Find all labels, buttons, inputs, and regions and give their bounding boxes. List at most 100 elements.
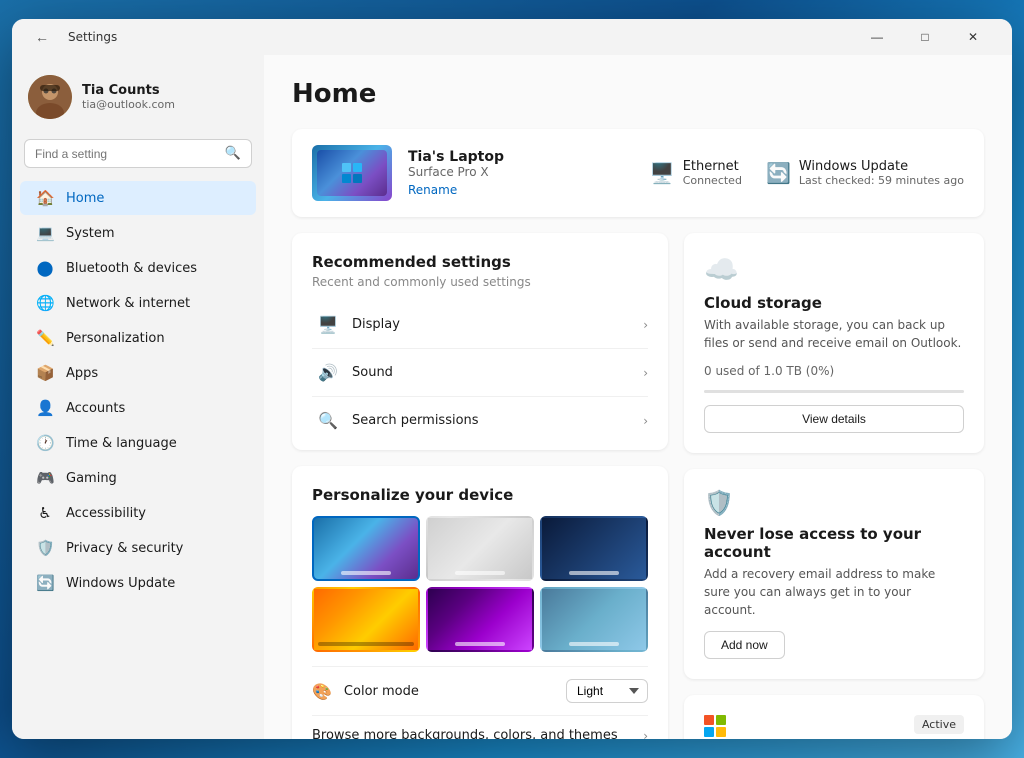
windows-update-info: Windows Update Last checked: 59 minutes …: [799, 159, 964, 187]
taskbar-preview: [341, 571, 391, 575]
network-icon: 🌐: [36, 294, 54, 312]
color-mode-icon: 🎨: [312, 682, 332, 701]
sidebar-item-update[interactable]: 🔄 Windows Update: [20, 566, 256, 600]
sidebar-item-accounts[interactable]: 👤 Accounts: [20, 391, 256, 425]
device-card: Tia's Laptop Surface Pro X Rename 🖥️ Eth…: [292, 129, 984, 217]
color-mode-row: 🎨 Color mode Light Dark Custom: [312, 666, 648, 715]
back-button[interactable]: ←: [28, 23, 56, 51]
titlebar-title: Settings: [68, 30, 117, 44]
windows-update-status: 🔄 Windows Update Last checked: 59 minute…: [766, 159, 964, 187]
time-icon: 🕐: [36, 434, 54, 452]
search-box[interactable]: 🔍: [24, 139, 252, 168]
sound-label: Sound: [352, 365, 643, 380]
cloud-description: With available storage, you can back up …: [704, 316, 964, 352]
device-thumb-inner: [317, 150, 387, 196]
settings-item-sound[interactable]: 🔊 Sound ›: [312, 349, 648, 397]
ethernet-icon: 🖥️: [650, 161, 675, 185]
sidebar-item-label: Privacy & security: [66, 541, 183, 556]
device-thumbnail: [312, 145, 392, 201]
browse-themes-label: Browse more backgrounds, colors, and the…: [312, 728, 643, 739]
wallpaper-2[interactable]: [426, 516, 534, 581]
sidebar-item-home[interactable]: 🏠 Home: [20, 181, 256, 215]
recommended-title: Recommended settings: [312, 253, 648, 271]
settings-item-search[interactable]: 🔍 Search permissions ›: [312, 397, 648, 430]
chevron-right-icon: ›: [643, 414, 648, 428]
home-icon: 🏠: [36, 189, 54, 207]
gaming-icon: 🎮: [36, 469, 54, 487]
user-email: tia@outlook.com: [82, 98, 175, 111]
account-security-card: 🛡️ Never lose access to your account Add…: [684, 469, 984, 679]
sound-icon: 🔊: [312, 363, 344, 382]
titlebar-left: ← Settings: [28, 23, 117, 51]
color-mode-select[interactable]: Light Dark Custom: [566, 679, 648, 703]
cloud-icon: ☁️: [704, 253, 964, 286]
wallpaper-3[interactable]: [540, 516, 648, 581]
browse-themes-row[interactable]: Browse more backgrounds, colors, and the…: [312, 715, 648, 739]
sidebar-item-personalization[interactable]: ✏️ Personalization: [20, 321, 256, 355]
avatar-image: [28, 75, 72, 119]
sidebar-item-label: Gaming: [66, 471, 117, 486]
status-items: 🖥️ Ethernet Connected 🔄 Windows Update L…: [650, 159, 964, 187]
privacy-icon: 🛡️: [36, 539, 54, 557]
device-name: Tia's Laptop: [408, 149, 634, 165]
sidebar-item-network[interactable]: 🌐 Network & internet: [20, 286, 256, 320]
device-model: Surface Pro X: [408, 165, 634, 179]
recommended-settings-card: Recommended settings Recent and commonly…: [292, 233, 668, 450]
security-title: Never lose access to your account: [704, 525, 964, 561]
device-rename-link[interactable]: Rename: [408, 183, 457, 197]
view-details-button[interactable]: View details: [704, 405, 964, 433]
windows-update-value: Last checked: 59 minutes ago: [799, 174, 964, 187]
wallpaper-5[interactable]: [426, 587, 534, 652]
ms365-header: Active: [704, 715, 964, 739]
wallpaper-1[interactable]: [312, 516, 420, 581]
chevron-right-icon: ›: [643, 366, 648, 380]
user-name: Tia Counts: [82, 83, 175, 98]
search-label: Search permissions: [352, 413, 643, 428]
taskbar-preview: [569, 571, 619, 575]
settings-item-display[interactable]: 🖥️ Display ›: [312, 301, 648, 349]
maximize-button[interactable]: □: [902, 21, 948, 53]
sidebar-item-time[interactable]: 🕐 Time & language: [20, 426, 256, 460]
search-icon: 🔍: [225, 146, 241, 161]
personalization-icon: ✏️: [36, 329, 54, 347]
minimize-button[interactable]: —: [854, 21, 900, 53]
close-button[interactable]: ✕: [950, 21, 996, 53]
titlebar: ← Settings — □ ✕: [12, 19, 1012, 55]
personalize-title: Personalize your device: [312, 486, 648, 504]
content-area: Tia Counts tia@outlook.com 🔍 🏠 Home 💻 Sy…: [12, 55, 1012, 739]
sidebar-item-label: Network & internet: [66, 296, 190, 311]
accounts-icon: 👤: [36, 399, 54, 417]
windows-update-icon: 🔄: [766, 161, 791, 185]
storage-used-text: 0 used of 1.0 TB (0%): [704, 364, 964, 378]
sidebar-item-label: Accessibility: [66, 506, 146, 521]
search-input[interactable]: [35, 147, 217, 161]
display-label: Display: [352, 317, 643, 332]
cloud-title: Cloud storage: [704, 294, 964, 312]
chevron-right-icon: ›: [643, 318, 648, 332]
storage-bar: [704, 390, 964, 393]
sidebar-item-label: Personalization: [66, 331, 165, 346]
sidebar-item-apps[interactable]: 📦 Apps: [20, 356, 256, 390]
chevron-right-icon: ›: [643, 729, 648, 740]
add-now-button[interactable]: Add now: [704, 631, 785, 659]
sidebar-item-privacy[interactable]: 🛡️ Privacy & security: [20, 531, 256, 565]
sidebar-item-accessibility[interactable]: ♿ Accessibility: [20, 496, 256, 530]
sidebar-item-bluetooth[interactable]: ⬤ Bluetooth & devices: [20, 251, 256, 285]
system-icon: 💻: [36, 224, 54, 242]
left-panel: Recommended settings Recent and commonly…: [292, 233, 668, 739]
ms365-logo: [704, 715, 726, 737]
wallpaper-4[interactable]: [312, 587, 420, 652]
windows-update-label: Windows Update: [799, 159, 964, 174]
color-mode-label: Color mode: [344, 684, 566, 699]
sidebar-item-label: Home: [66, 191, 104, 206]
ethernet-label: Ethernet: [683, 159, 742, 174]
sidebar-item-system[interactable]: 💻 System: [20, 216, 256, 250]
taskbar-preview: [569, 642, 619, 646]
wallpaper-6[interactable]: [540, 587, 648, 652]
sidebar-item-gaming[interactable]: 🎮 Gaming: [20, 461, 256, 495]
sidebar-item-label: System: [66, 226, 114, 241]
ethernet-value: Connected: [683, 174, 742, 187]
user-profile: Tia Counts tia@outlook.com: [12, 63, 264, 135]
main-content: Home Tia's Laptop Surface Pro: [264, 55, 1012, 739]
titlebar-controls: — □ ✕: [854, 21, 996, 53]
